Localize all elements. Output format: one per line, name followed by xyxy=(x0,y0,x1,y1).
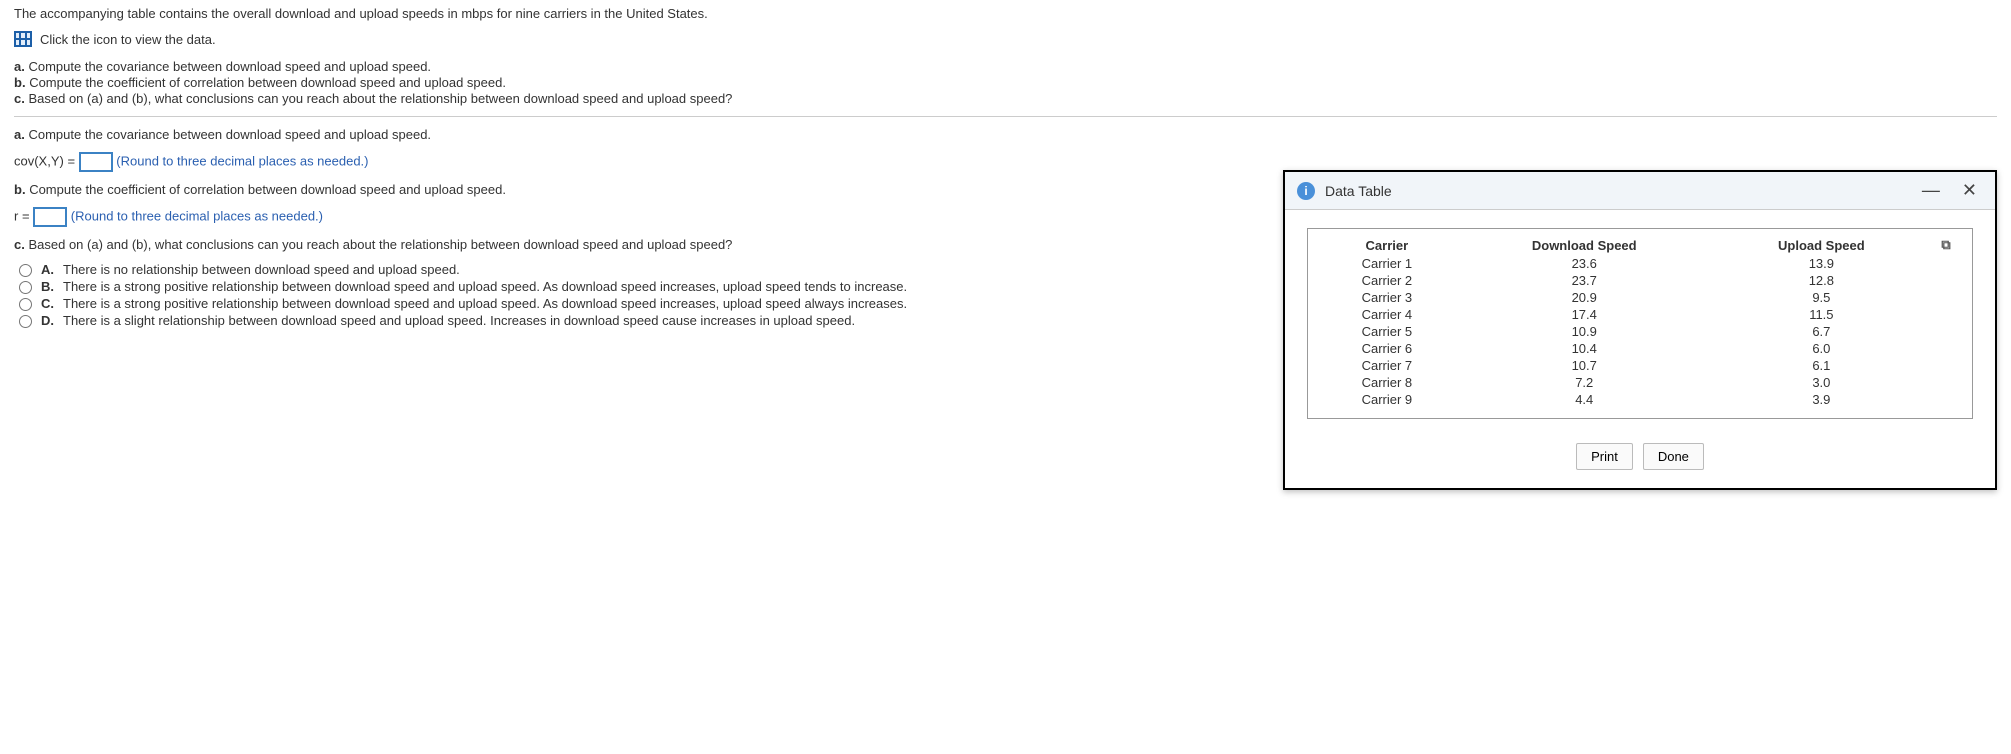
option-d-letter: D. xyxy=(41,313,57,328)
table-row: Carrier 223.712.8 xyxy=(1318,272,1962,289)
option-d-radio[interactable] xyxy=(19,315,32,328)
cov-label: cov(X,Y) = xyxy=(14,153,75,168)
q-b-text: Compute the coefficient of correlation b… xyxy=(29,75,506,90)
info-icon: i xyxy=(1297,182,1315,200)
option-b-letter: B. xyxy=(41,279,57,294)
r-round-note: (Round to three decimal places as needed… xyxy=(71,208,323,223)
option-b-text: There is a strong positive relationship … xyxy=(63,279,907,294)
work-a-letter: a. xyxy=(14,127,25,142)
table-row: Carrier 610.46.0 xyxy=(1318,340,1962,357)
work-b-prompt: Compute the coefficient of correlation b… xyxy=(29,182,506,197)
th-carrier: Carrier xyxy=(1318,235,1456,255)
th-download: Download Speed xyxy=(1456,235,1713,255)
th-upload: Upload Speed xyxy=(1713,235,1930,255)
option-d-text: There is a slight relationship between d… xyxy=(63,313,855,328)
table-row: Carrier 510.96.7 xyxy=(1318,323,1962,340)
table-row: Carrier 87.23.0 xyxy=(1318,374,1962,391)
print-button[interactable]: Print xyxy=(1576,443,1633,470)
table-row: Carrier 94.43.9 xyxy=(1318,391,1962,408)
minimize-icon[interactable]: — xyxy=(1916,180,1946,201)
modal-title: Data Table xyxy=(1325,183,1906,199)
cov-input[interactable] xyxy=(79,152,113,172)
option-c-radio[interactable] xyxy=(19,298,32,311)
table-row: Carrier 710.76.1 xyxy=(1318,357,1962,374)
option-c-letter: C. xyxy=(41,296,57,311)
work-b-letter: b. xyxy=(14,182,26,197)
q-b-letter: b. xyxy=(14,75,26,90)
divider xyxy=(14,116,1997,117)
q-c-letter: c. xyxy=(14,91,25,106)
data-table-modal: i Data Table — ✕ Carrier Download Speed … xyxy=(1283,170,1997,490)
q-a-text: Compute the covariance between download … xyxy=(28,59,431,74)
work-c-letter: c. xyxy=(14,237,25,252)
table-row: Carrier 123.613.9 xyxy=(1318,255,1962,272)
close-icon[interactable]: ✕ xyxy=(1956,180,1983,201)
table-row: Carrier 320.99.5 xyxy=(1318,289,1962,306)
data-table: Carrier Download Speed Upload Speed ⧉ Ca… xyxy=(1318,235,1962,408)
copy-icon[interactable]: ⧉ xyxy=(1941,237,1950,252)
cov-round-note: (Round to three decimal places as needed… xyxy=(116,153,368,168)
done-button[interactable]: Done xyxy=(1643,443,1704,470)
work-a-prompt: Compute the covariance between download … xyxy=(28,127,431,142)
q-c-text: Based on (a) and (b), what conclusions c… xyxy=(28,91,732,106)
q-a-letter: a. xyxy=(14,59,25,74)
table-icon[interactable] xyxy=(14,31,32,47)
table-row: Carrier 417.411.5 xyxy=(1318,306,1962,323)
r-input[interactable] xyxy=(33,207,67,227)
r-label: r = xyxy=(14,208,30,223)
option-a-letter: A. xyxy=(41,262,57,277)
option-a-radio[interactable] xyxy=(19,264,32,277)
work-c-prompt: Based on (a) and (b), what conclusions c… xyxy=(28,237,732,252)
click-icon-text: Click the icon to view the data. xyxy=(40,32,216,47)
option-b-radio[interactable] xyxy=(19,281,32,294)
option-a-text: There is no relationship between downloa… xyxy=(63,262,460,277)
intro-text: The accompanying table contains the over… xyxy=(14,6,1997,21)
option-c-text: There is a strong positive relationship … xyxy=(63,296,907,311)
